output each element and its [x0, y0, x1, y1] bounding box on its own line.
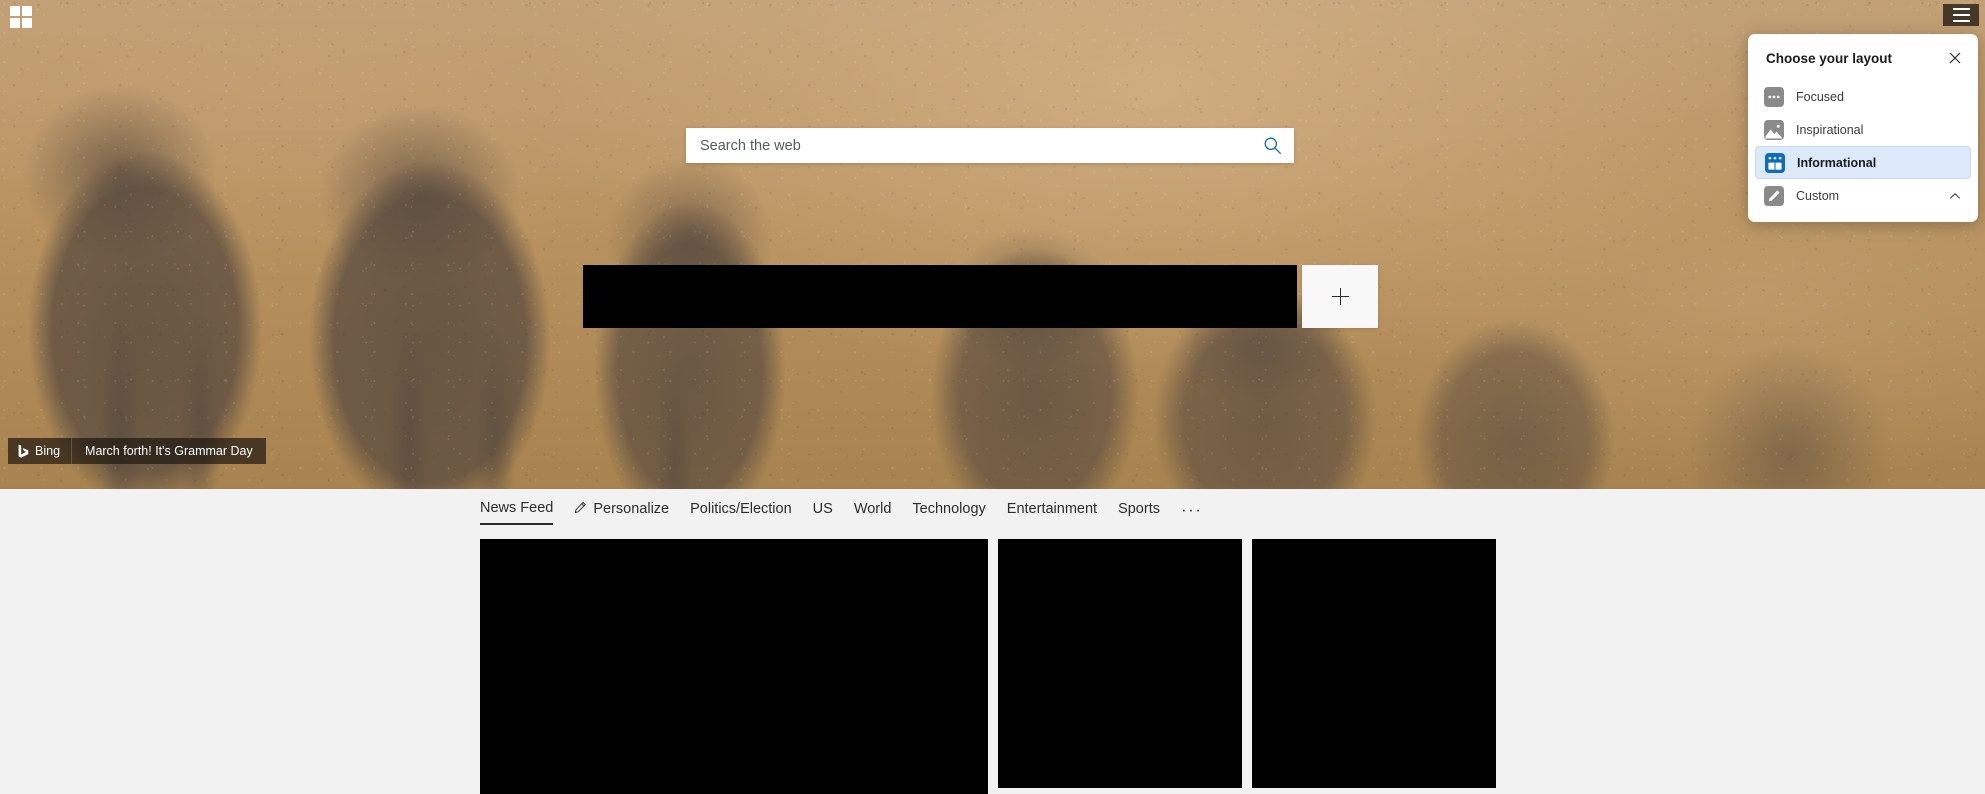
nav-overflow-button[interactable]: ··· — [1181, 501, 1202, 523]
bing-caption: March forth! It's Grammar Day — [71, 438, 266, 464]
news-card-featured[interactable] — [480, 539, 988, 794]
layout-option-custom[interactable]: Custom — [1755, 179, 1971, 212]
layout-option-label: Inspirational — [1796, 122, 1864, 137]
windows-logo-pane — [10, 18, 20, 28]
layout-option-informational[interactable]: Informational — [1755, 146, 1971, 179]
windows-logo-pane — [22, 6, 32, 16]
inspirational-layout-icon — [1764, 119, 1784, 140]
hamburger-line — [1952, 20, 1970, 22]
pencil-icon — [574, 501, 587, 519]
layout-option-focused[interactable]: Focused — [1755, 80, 1971, 113]
bing-brand: Bing — [8, 438, 71, 464]
bing-logo-icon — [18, 444, 29, 458]
custom-layout-icon — [1764, 185, 1784, 206]
hero-background-image — [0, 0, 1985, 489]
layout-option-label: Informational — [1797, 155, 1877, 170]
news-card-second[interactable] — [998, 539, 1242, 788]
informational-layout-icon — [1765, 152, 1785, 173]
close-icon[interactable] — [1943, 46, 1967, 70]
nav-item-news-feed[interactable]: News Feed — [480, 500, 554, 525]
quick-links-tile-redacted[interactable] — [583, 265, 1297, 328]
nav-item-sports[interactable]: Sports — [1118, 501, 1160, 524]
bing-label: Bing — [35, 444, 61, 458]
news-feed-nav: News Feed Personalize Politics/Election … — [480, 500, 1202, 525]
layout-option-label: Custom — [1796, 188, 1840, 203]
hamburger-line — [1952, 8, 1970, 10]
search-input[interactable] — [686, 128, 1250, 163]
nav-item-us[interactable]: US — [813, 501, 833, 524]
quick-links-row — [583, 265, 1378, 328]
search-icon[interactable] — [1250, 128, 1294, 163]
plus-icon — [1331, 288, 1349, 305]
panel-title: Choose your layout — [1766, 50, 1893, 66]
new-tab-page: Bing March forth! It's Grammar Day News … — [0, 0, 1985, 794]
windows-logo-pane — [22, 18, 32, 28]
hamburger-line — [1952, 14, 1970, 16]
layout-option-label: Focused — [1796, 89, 1844, 104]
bing-attribution[interactable]: Bing March forth! It's Grammar Day — [8, 438, 266, 464]
choose-layout-panel: Choose your layout Focused Inspirational… — [1748, 34, 1978, 222]
panel-header: Choose your layout — [1748, 46, 1978, 70]
nav-item-personalize[interactable]: Personalize — [574, 501, 669, 525]
news-feed-section: News Feed Personalize Politics/Election … — [0, 489, 1985, 794]
focused-layout-icon — [1764, 86, 1784, 107]
nav-item-technology[interactable]: Technology — [912, 501, 985, 524]
search-bar[interactable] — [686, 128, 1294, 163]
nav-item-politics-election[interactable]: Politics/Election — [690, 501, 792, 524]
layout-option-inspirational[interactable]: Inspirational — [1755, 113, 1971, 146]
news-card-third[interactable] — [1252, 539, 1496, 788]
nav-item-world[interactable]: World — [854, 501, 892, 524]
windows-logo-icon[interactable] — [10, 6, 32, 28]
nav-item-entertainment[interactable]: Entertainment — [1007, 501, 1097, 524]
news-cards-grid — [480, 539, 1496, 794]
hamburger-menu-icon[interactable] — [1943, 4, 1979, 26]
chevron-up-icon[interactable] — [1948, 189, 1962, 203]
add-quick-link-button[interactable] — [1302, 265, 1378, 328]
photo-grain-overlay — [0, 0, 1985, 489]
windows-logo-pane — [10, 6, 20, 16]
